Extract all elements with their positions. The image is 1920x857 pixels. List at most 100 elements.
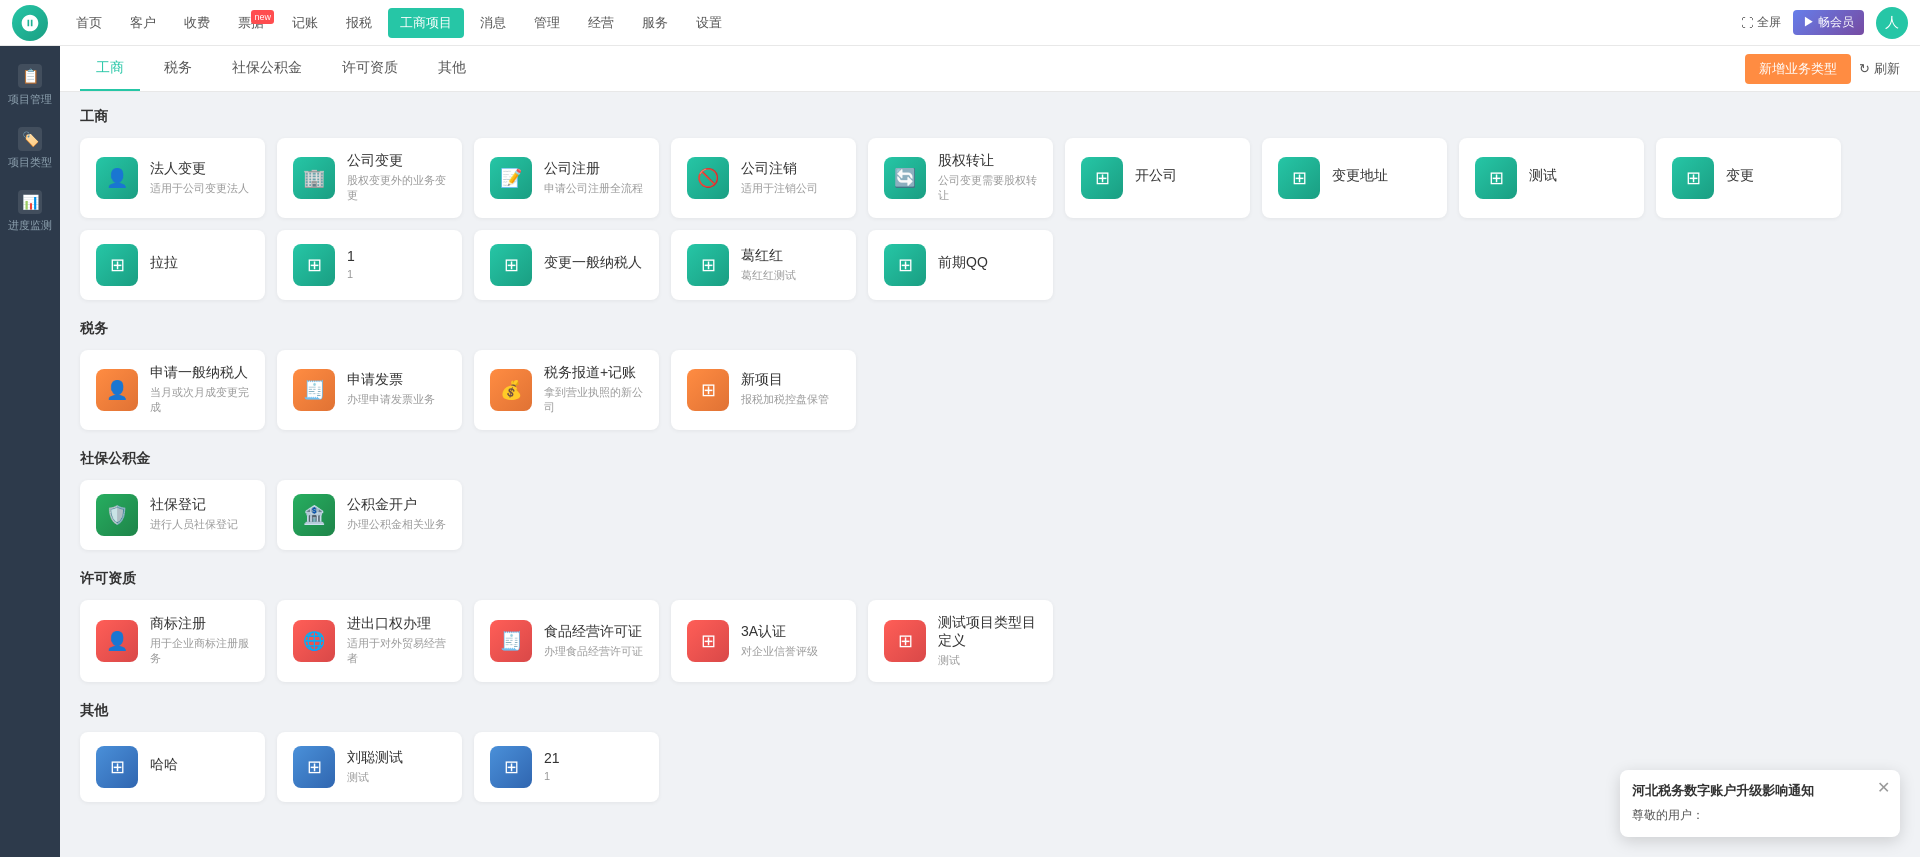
card-info-0-8: 变更 [1726, 167, 1825, 188]
card-title-1-1: 申请发票 [347, 371, 446, 389]
card-1-3[interactable]: ⊞ 新项目报税加税控盘保管 [671, 350, 856, 430]
card-info-0-1: 公司变更股权变更外的业务变更 [347, 152, 446, 204]
card-4-2[interactable]: ⊞211 [474, 732, 659, 802]
card-info-2-0: 社保登记进行人员社保登记 [150, 496, 249, 532]
nav-item-管理[interactable]: 管理 [522, 8, 572, 38]
card-desc-1-1: 办理申请发票业务 [347, 392, 446, 407]
card-0-0[interactable]: 👤 法人变更适用于公司变更法人 [80, 138, 265, 218]
card-1-1[interactable]: 🧾申请发票办理申请发票业务 [277, 350, 462, 430]
card-0-6[interactable]: ⊞变更地址 [1262, 138, 1447, 218]
section-社保公积金: 社保公积金 🛡️ 社保登记进行人员社保登记 🏦公积金开户办理公积金相关业务 [80, 450, 1900, 550]
refresh-button[interactable]: ↻ 刷新 [1859, 60, 1900, 78]
card-0-11[interactable]: ⊞ 变更一般纳税人 [474, 230, 659, 300]
card-title-0-11: 变更一般纳税人 [544, 254, 643, 272]
card-desc-3-4: 测试 [938, 653, 1037, 668]
card-info-0-10: 11 [347, 248, 446, 282]
section-title-4: 其他 [80, 702, 1900, 720]
card-3-1[interactable]: 🌐进出口权办理适用于对外贸易经营者 [277, 600, 462, 682]
card-info-0-0: 法人变更适用于公司变更法人 [150, 160, 249, 196]
card-1-2[interactable]: 💰税务报道+记账拿到营业执照的新公司 [474, 350, 659, 430]
sidebar-item-1[interactable]: 🏷️ 项目类型 [8, 117, 52, 180]
section-工商: 工商👤法人变更适用于公司变更法人🏢公司变更股权变更外的业务变更📝公司注册申请公司… [80, 108, 1900, 300]
sidebar-item-0[interactable]: 📋 项目管理 [8, 54, 52, 117]
nav-item-经营[interactable]: 经营 [576, 8, 626, 38]
card-icon-0-2: 📝 [490, 157, 532, 199]
sub-tab-税务[interactable]: 税务 [148, 47, 208, 91]
nav-item-设置[interactable]: 设置 [684, 8, 734, 38]
card-0-2[interactable]: 📝 公司注册申请公司注册全流程 [474, 138, 659, 218]
nav-item-客户[interactable]: 客户 [118, 8, 168, 38]
card-info-0-12: 葛红红葛红红测试 [741, 247, 840, 283]
main-wrapper: 工商税务社保公积金许可资质其他 新增业务类型 ↻ 刷新 工商👤法人变更适用于公司… [60, 46, 1920, 857]
card-3-0[interactable]: 👤商标注册用于企业商标注册服务 [80, 600, 265, 682]
card-1-0[interactable]: 👤申请一般纳税人当月或次月成变更完成 [80, 350, 265, 430]
card-2-0[interactable]: 🛡️ 社保登记进行人员社保登记 [80, 480, 265, 550]
card-title-0-10: 1 [347, 248, 446, 264]
user-avatar[interactable]: 人 [1876, 7, 1908, 39]
card-title-0-9: 拉拉 [150, 254, 249, 272]
sub-tab-工商[interactable]: 工商 [80, 47, 140, 91]
card-0-13[interactable]: ⊞前期QQ [868, 230, 1053, 300]
card-title-0-8: 变更 [1726, 167, 1825, 185]
nav-item-工商项目[interactable]: 工商项目 [388, 8, 464, 38]
cards-grid-0: 👤 法人变更适用于公司变更法人 🏢公司变更股权变更外的业务变更 📝 公司注册申请公司注册… [80, 138, 1900, 300]
card-3-3[interactable]: ⊞3A认证对企业信誉评级 [671, 600, 856, 682]
vip-button[interactable]: ▶ 畅会员 [1793, 10, 1864, 35]
card-0-3[interactable]: 🚫公司注销适用于注销公司 [671, 138, 856, 218]
nav-item-消息[interactable]: 消息 [468, 8, 518, 38]
card-title-1-2: 税务报道+记账 [544, 364, 643, 382]
card-icon-0-4: 🔄 [884, 157, 926, 199]
card-2-1[interactable]: 🏦公积金开户办理公积金相关业务 [277, 480, 462, 550]
card-4-0[interactable]: ⊞哈哈 [80, 732, 265, 802]
card-info-3-0: 商标注册用于企业商标注册服务 [150, 615, 249, 667]
card-0-7[interactable]: ⊞测试 [1459, 138, 1644, 218]
sub-tab-其他[interactable]: 其他 [422, 47, 482, 91]
nav-item-收费[interactable]: 收费 [172, 8, 222, 38]
sidebar-item-2[interactable]: 📊 进度监测 [8, 180, 52, 243]
card-0-4[interactable]: 🔄股权转让公司变更需要股权转让 [868, 138, 1053, 218]
nav-item-票据[interactable]: 票据new [226, 8, 276, 38]
card-3-2[interactable]: 🧾食品经营许可证办理食品经营许可证 [474, 600, 659, 682]
card-title-0-6: 变更地址 [1332, 167, 1431, 185]
section-税务: 税务👤申请一般纳税人当月或次月成变更完成🧾申请发票办理申请发票业务💰税务报道+记… [80, 320, 1900, 430]
card-0-10[interactable]: ⊞ 11 [277, 230, 462, 300]
nav-item-报税[interactable]: 报税 [334, 8, 384, 38]
card-icon-3-3: ⊞ [687, 620, 729, 662]
card-4-1[interactable]: ⊞刘聪测试测试 [277, 732, 462, 802]
card-title-3-1: 进出口权办理 [347, 615, 446, 633]
card-title-4-1: 刘聪测试 [347, 749, 446, 767]
new-business-type-button[interactable]: 新增业务类型 [1745, 54, 1851, 84]
card-icon-0-0: 👤 [96, 157, 138, 199]
section-title-2: 社保公积金 [80, 450, 1900, 468]
vip-icon: ▶ [1803, 15, 1815, 29]
card-3-4[interactable]: ⊞测试项目类型目定义测试 [868, 600, 1053, 682]
notification-close-button[interactable]: ✕ [1877, 778, 1890, 797]
nav-item-记账[interactable]: 记账 [280, 8, 330, 38]
sub-tab-许可资质[interactable]: 许可资质 [326, 47, 414, 91]
app-logo[interactable] [12, 5, 48, 41]
card-icon-1-3: ⊞ [687, 369, 729, 411]
card-title-0-4: 股权转让 [938, 152, 1037, 170]
card-desc-0-0: 适用于公司变更法人 [150, 181, 249, 196]
card-0-12[interactable]: ⊞葛红红葛红红测试 [671, 230, 856, 300]
card-info-0-2: 公司注册申请公司注册全流程 [544, 160, 643, 196]
sidebar-icon-0: 📋 [18, 64, 42, 88]
card-0-1[interactable]: 🏢公司变更股权变更外的业务变更 [277, 138, 462, 218]
nav-badge-票据: new [251, 10, 274, 24]
card-icon-2-0: 🛡️ [96, 494, 138, 536]
fullscreen-button[interactable]: ⛶ 全屏 [1741, 14, 1781, 31]
card-0-8[interactable]: ⊞变更 [1656, 138, 1841, 218]
card-title-2-0: 社保登记 [150, 496, 249, 514]
card-info-1-3: 新项目报税加税控盘保管 [741, 371, 840, 407]
nav-item-首页[interactable]: 首页 [64, 8, 114, 38]
sub-tab-社保公积金[interactable]: 社保公积金 [216, 47, 318, 91]
card-0-5[interactable]: ⊞开公司 [1065, 138, 1250, 218]
card-0-9[interactable]: ⊞拉拉 [80, 230, 265, 300]
card-info-0-11: 变更一般纳税人 [544, 254, 643, 275]
card-icon-0-10: ⊞ [293, 244, 335, 286]
nav-item-服务[interactable]: 服务 [630, 8, 680, 38]
section-title-3: 许可资质 [80, 570, 1900, 588]
avatar-text: 人 [1885, 14, 1899, 32]
card-icon-0-7: ⊞ [1475, 157, 1517, 199]
card-icon-0-11: ⊞ [490, 244, 532, 286]
